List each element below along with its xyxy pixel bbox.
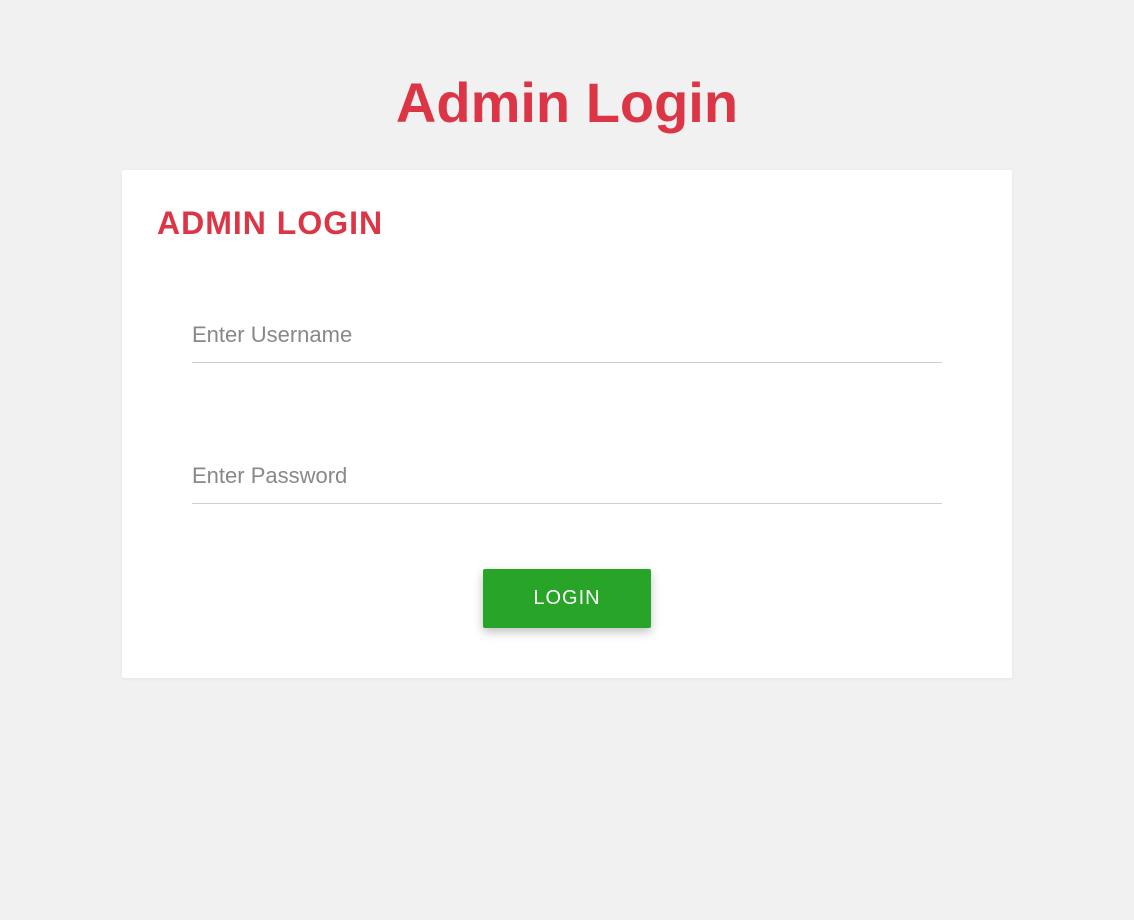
login-card: ADMIN LOGIN LOGIN: [122, 170, 1012, 678]
login-form: LOGIN: [157, 312, 977, 628]
login-button[interactable]: LOGIN: [483, 569, 650, 628]
page-title: Admin Login: [0, 70, 1134, 135]
card-heading: ADMIN LOGIN: [157, 205, 977, 242]
password-input[interactable]: [192, 453, 942, 504]
button-row: LOGIN: [192, 569, 942, 628]
username-input[interactable]: [192, 312, 942, 363]
